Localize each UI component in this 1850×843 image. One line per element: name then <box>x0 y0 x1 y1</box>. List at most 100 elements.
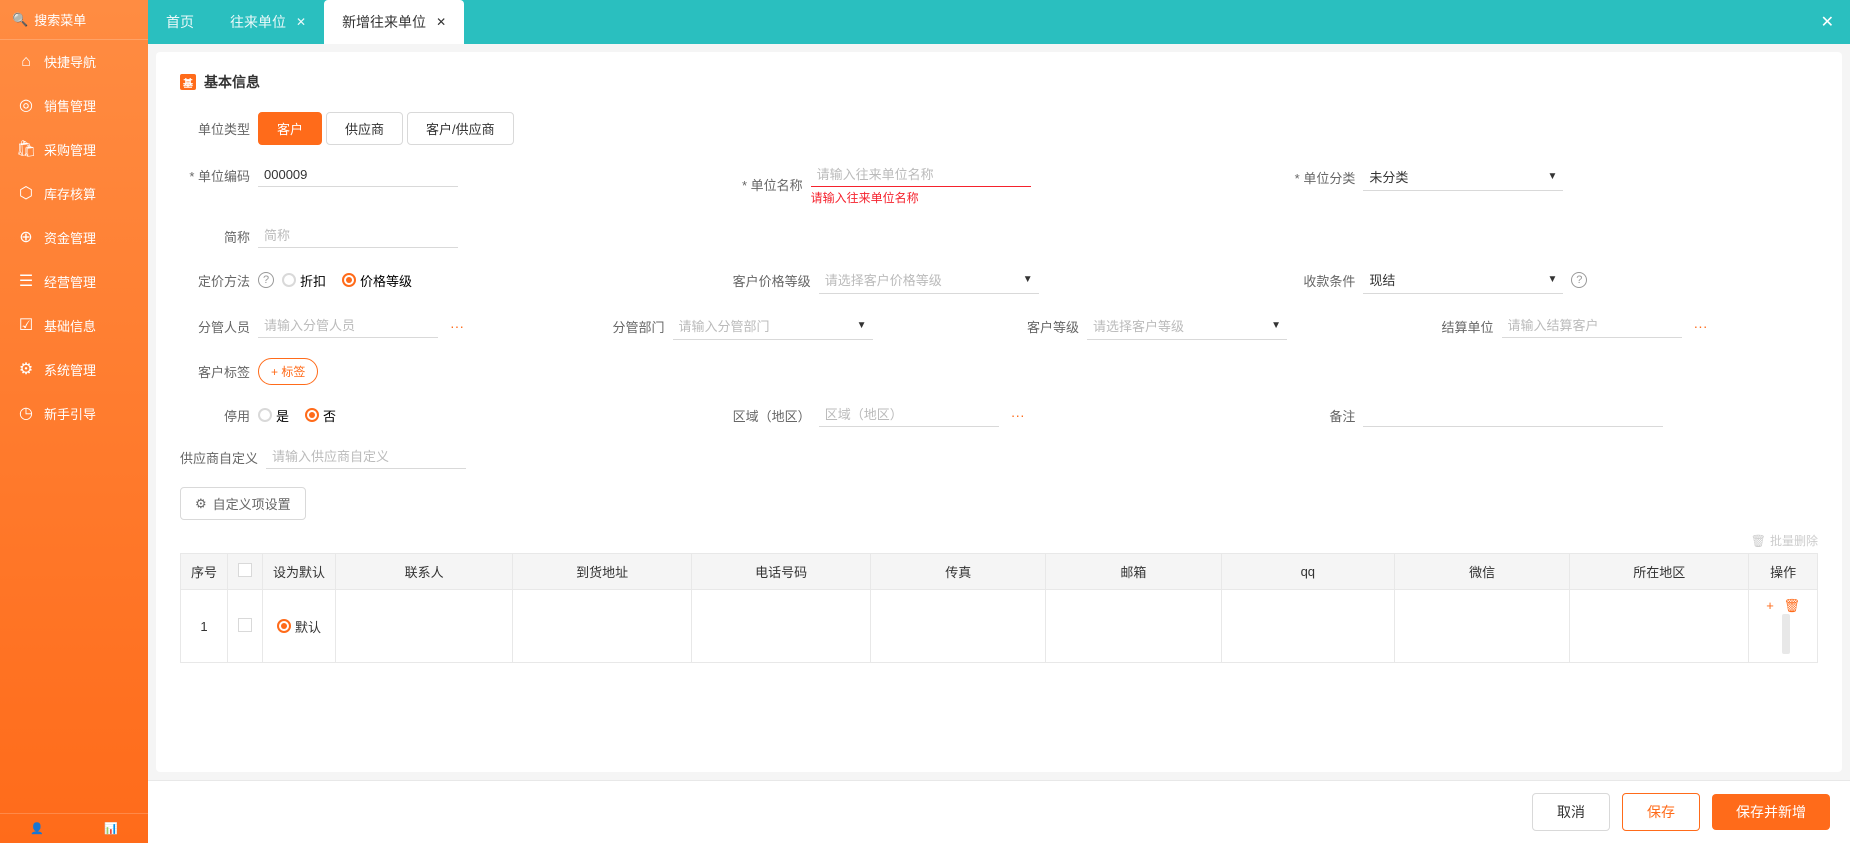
col-wechat: 微信 <box>1395 554 1570 590</box>
tab-unit-list[interactable]: 往来单位 ✕ <box>212 0 324 44</box>
supplier-custom-input[interactable] <box>266 445 466 469</box>
col-checkbox-header[interactable] <box>228 554 263 590</box>
tab-unit-new-close[interactable]: ✕ <box>436 15 446 29</box>
address-input[interactable] <box>523 619 681 634</box>
pricing-help-icon[interactable]: ? <box>258 272 274 288</box>
type-btn-supplier[interactable]: 供应商 <box>326 112 403 145</box>
unit-code-input[interactable] <box>258 163 458 187</box>
sidebar-bottom-user[interactable]: 👤 <box>30 822 44 835</box>
payment-terms-help-icon[interactable]: ? <box>1571 272 1587 288</box>
email-input[interactable] <box>1056 619 1210 634</box>
tab-bar-close-button[interactable]: ✕ <box>1805 12 1850 32</box>
fax-input[interactable] <box>881 619 1035 634</box>
search-menu-label: 搜索菜单 <box>34 10 86 29</box>
gear-icon: ⚙ <box>195 496 207 512</box>
search-menu[interactable]: 🔍 搜索菜单 <box>0 0 148 40</box>
radio-yes-label: 是 <box>276 406 289 425</box>
cell-qq[interactable] <box>1221 590 1395 663</box>
cell-default[interactable]: 默认 <box>263 590 336 663</box>
sidebar-item-sales[interactable]: ◎ 销售管理 <box>0 83 148 127</box>
sidebar-item-finance[interactable]: ⊕ 资金管理 <box>0 215 148 259</box>
sidebar-item-quick-nav[interactable]: ⌂ 快捷导航 <box>0 40 148 83</box>
cell-email[interactable] <box>1046 590 1221 663</box>
inventory-icon: ⬡ <box>16 183 36 203</box>
cell-contact[interactable] <box>336 590 513 663</box>
col-default: 设为默认 <box>263 554 336 590</box>
table-header-row: 序号 设为默认 联系人 到货地址 电话号码 传真 邮箱 qq 微信 所在地区 操… <box>181 554 1818 590</box>
short-name-input[interactable] <box>258 224 458 248</box>
manager-label: 分管人员 <box>180 317 250 336</box>
sidebar-bottom-stats[interactable]: 📊 <box>104 822 118 835</box>
customer-level-select[interactable]: 请选择客户等级 ▼ <box>1087 312 1287 340</box>
cell-phone[interactable] <box>692 590 871 663</box>
sidebar-item-system[interactable]: ⚙ 系统管理 <box>0 347 148 391</box>
save-new-button[interactable]: 保存并新增 <box>1712 794 1830 830</box>
cancel-button[interactable]: 取消 <box>1532 793 1610 831</box>
contact-input[interactable] <box>346 619 502 634</box>
department-select[interactable]: 请输入分管部门 ▼ <box>673 312 873 340</box>
sidebar-item-basic-info[interactable]: ☑ 基础信息 <box>0 303 148 347</box>
cell-address[interactable] <box>513 590 692 663</box>
save-button[interactable]: 保存 <box>1622 793 1700 831</box>
sidebar-item-guide[interactable]: ◷ 新手引导 <box>0 391 148 435</box>
sidebar-item-inventory[interactable]: ⬡ 库存核算 <box>0 171 148 215</box>
batch-delete-button[interactable]: 🗑 批量删除 <box>1751 532 1818 549</box>
sidebar-label: 采购管理 <box>44 140 96 159</box>
unit-category-select[interactable]: 未分类 ▼ <box>1363 163 1563 191</box>
radio-price-level[interactable]: 价格等级 <box>342 271 412 290</box>
sidebar-item-operations[interactable]: ☰ 经营管理 <box>0 259 148 303</box>
contacts-table: 序号 设为默认 联系人 到货地址 电话号码 传真 邮箱 qq 微信 所在地区 操… <box>180 553 1818 663</box>
tab-unit-new[interactable]: 新增往来单位 ✕ <box>324 0 464 44</box>
cell-fax[interactable] <box>871 590 1046 663</box>
type-btn-both[interactable]: 客户/供应商 <box>407 112 514 145</box>
payment-terms-select[interactable]: 现结 ▼ <box>1363 266 1563 294</box>
tab-unit-list-close[interactable]: ✕ <box>296 15 306 29</box>
customer-price-field: 客户价格等级 请选择客户价格等级 ▼ <box>733 266 1266 294</box>
batch-delete-label: 批量删除 <box>1770 532 1818 549</box>
customer-price-placeholder: 请选择客户价格等级 <box>825 270 942 289</box>
radio-yes[interactable]: 是 <box>258 406 289 425</box>
qq-input[interactable] <box>1232 619 1385 634</box>
select-all-checkbox[interactable] <box>238 563 252 577</box>
unit-type-row: 单位类型 客户 供应商 客户/供应商 <box>180 112 1818 145</box>
remark-input[interactable] <box>1363 403 1663 427</box>
unit-name-input[interactable] <box>811 163 1031 187</box>
sidebar: 🔍 搜索菜单 ⌂ 快捷导航 ◎ 销售管理 🛍 采购管理 ⬡ 库存核算 ⊕ 资金管… <box>0 0 148 843</box>
drag-handle[interactable] <box>1782 614 1790 654</box>
customer-price-select[interactable]: 请选择客户价格等级 ▼ <box>819 266 1039 294</box>
cell-region[interactable] <box>1570 590 1749 663</box>
delete-row-btn[interactable]: 🗑 <box>1783 598 1800 613</box>
radio-no[interactable]: 否 <box>305 406 336 425</box>
col-actions: 操作 <box>1749 554 1818 590</box>
default-radio[interactable]: 默认 <box>273 617 325 636</box>
region-input-table[interactable] <box>1580 619 1738 634</box>
add-row-btn[interactable]: + <box>1766 598 1774 613</box>
radio-discount-label: 折扣 <box>300 271 326 290</box>
settlement-unit-input[interactable] <box>1502 314 1682 338</box>
region-input[interactable] <box>819 403 999 427</box>
manager-input[interactable] <box>258 314 438 338</box>
short-name-label: 简称 <box>180 227 250 246</box>
row-checkbox[interactable] <box>238 618 252 632</box>
payment-terms-field: 收款条件 现结 ▼ ? <box>1285 266 1818 294</box>
tab-unit-list-label: 往来单位 <box>230 12 286 32</box>
customer-level-field: 客户等级 请选择客户等级 ▼ <box>1009 312 1404 340</box>
manager-more-btn[interactable]: ··· <box>446 318 468 334</box>
cell-wechat[interactable] <box>1395 590 1570 663</box>
phone-input[interactable] <box>702 619 860 634</box>
sidebar-label: 库存核算 <box>44 184 96 203</box>
department-placeholder: 请输入分管部门 <box>679 316 770 335</box>
sidebar-item-purchase[interactable]: 🛍 采购管理 <box>0 127 148 171</box>
cell-checkbox[interactable] <box>228 590 263 663</box>
type-btn-customer[interactable]: 客户 <box>258 112 322 145</box>
wechat-input[interactable] <box>1405 619 1559 634</box>
add-tag-button[interactable]: + 标签 <box>258 358 318 385</box>
radio-discount[interactable]: 折扣 <box>282 271 326 290</box>
sidebar-label: 新手引导 <box>44 404 96 423</box>
tab-home[interactable]: 首页 <box>148 0 212 44</box>
radio-price-level-circle <box>342 273 356 287</box>
section-icon: 基 <box>180 74 196 90</box>
custom-setting-button[interactable]: ⚙ 自定义项设置 <box>180 487 306 520</box>
region-more-btn[interactable]: ··· <box>1007 407 1029 423</box>
settlement-more-btn[interactable]: ··· <box>1690 318 1712 334</box>
